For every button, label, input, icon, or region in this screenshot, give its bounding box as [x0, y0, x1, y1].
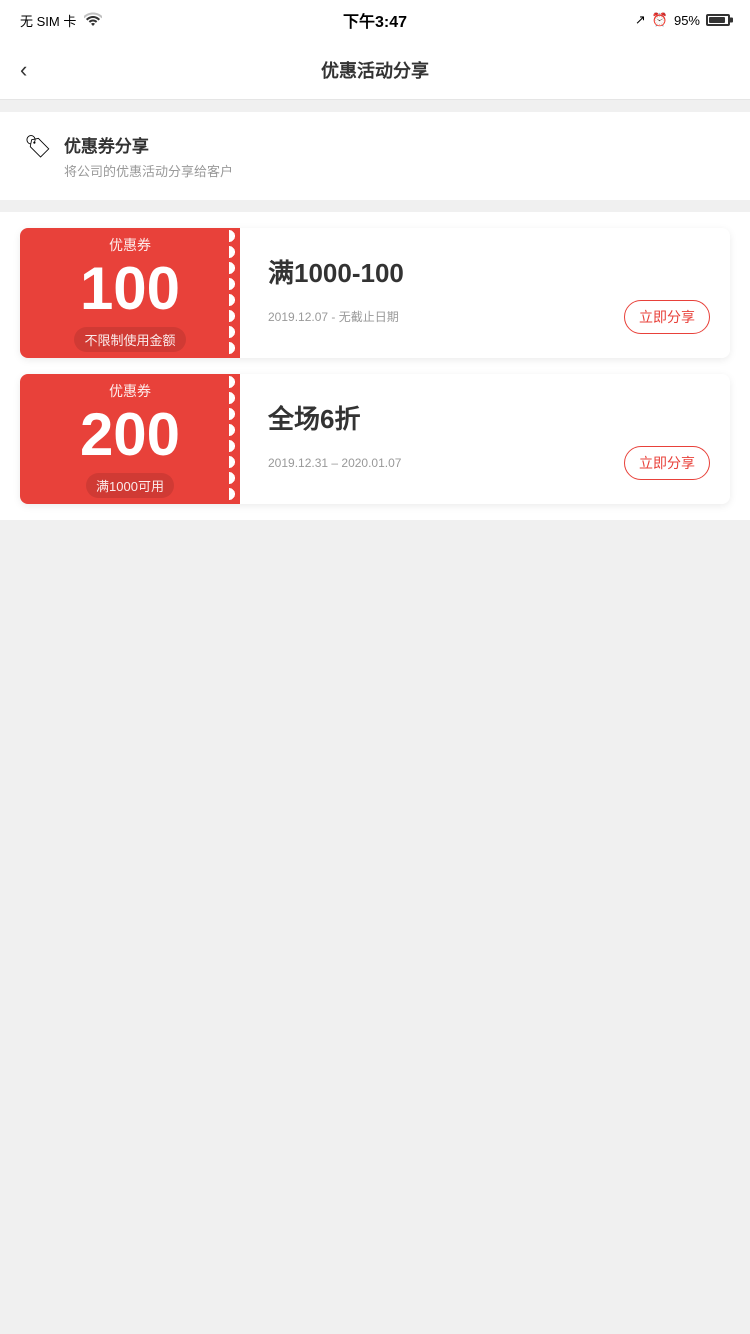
coupon-condition-1: 不限制使用金额: [74, 327, 185, 352]
status-left: 无 SIM 卡: [20, 11, 102, 30]
location-icon: ↗: [635, 12, 646, 28]
coupon-amount-1: 100: [80, 259, 180, 319]
coupon-share-button-1[interactable]: 立即分享: [624, 300, 710, 334]
coupon-share-icon: 🏷: [24, 134, 52, 160]
coupon-condition-2: 满1000可用: [86, 473, 174, 498]
alarm-icon: ⏰: [652, 12, 668, 28]
coupon-right-1: 满1000-100 2019.12.07 - 无截止日期 立即分享: [240, 228, 730, 358]
coupon-title-1: 满1000-100: [268, 253, 710, 290]
section-text: 优惠券分享 将公司的优惠活动分享给客户: [64, 132, 233, 180]
section-title: 优惠券分享: [64, 132, 233, 157]
carrier-text: 无 SIM 卡: [20, 11, 76, 30]
coupon-label-1: 优惠券: [109, 235, 151, 255]
nav-title: 优惠活动分享: [321, 57, 429, 83]
bottom-area: [0, 520, 750, 970]
coupon-left-2: 优惠券 200 满1000可用: [20, 374, 240, 504]
coupons-list: 优惠券 100 不限制使用金额 满1000-100 2019.12.07 - 无…: [0, 212, 750, 520]
coupon-date-2: 2019.12.31 – 2020.01.07: [268, 456, 616, 470]
coupon-amount-2: 200: [80, 405, 180, 465]
back-button[interactable]: ‹: [20, 59, 27, 81]
status-right: ↗ ⏰ 95%: [635, 12, 730, 28]
section-subtitle: 将公司的优惠活动分享给客户: [64, 161, 233, 180]
battery-percent: 95%: [674, 13, 700, 28]
status-time: 下午3:47: [343, 8, 407, 32]
coupon-card-2: 优惠券 200 满1000可用 全场6折 2019.12.31 – 2020.0…: [20, 374, 730, 504]
status-bar: 无 SIM 卡 下午3:47 ↗ ⏰ 95%: [0, 0, 750, 40]
coupon-title-2: 全场6折: [268, 399, 710, 436]
coupon-footer-2: 2019.12.31 – 2020.01.07 立即分享: [268, 446, 710, 480]
coupon-card-1: 优惠券 100 不限制使用金额 满1000-100 2019.12.07 - 无…: [20, 228, 730, 358]
coupon-right-2: 全场6折 2019.12.31 – 2020.01.07 立即分享: [240, 374, 730, 504]
coupon-date-1: 2019.12.07 - 无截止日期: [268, 308, 616, 325]
wifi-icon: [84, 12, 102, 29]
coupon-footer-1: 2019.12.07 - 无截止日期 立即分享: [268, 300, 710, 334]
coupon-left-1: 优惠券 100 不限制使用金额: [20, 228, 240, 358]
coupon-label-2: 优惠券: [109, 381, 151, 401]
nav-bar: ‹ 优惠活动分享: [0, 40, 750, 100]
battery-icon: [706, 14, 730, 26]
section-header: 🏷 优惠券分享 将公司的优惠活动分享给客户: [0, 112, 750, 200]
coupon-share-button-2[interactable]: 立即分享: [624, 446, 710, 480]
